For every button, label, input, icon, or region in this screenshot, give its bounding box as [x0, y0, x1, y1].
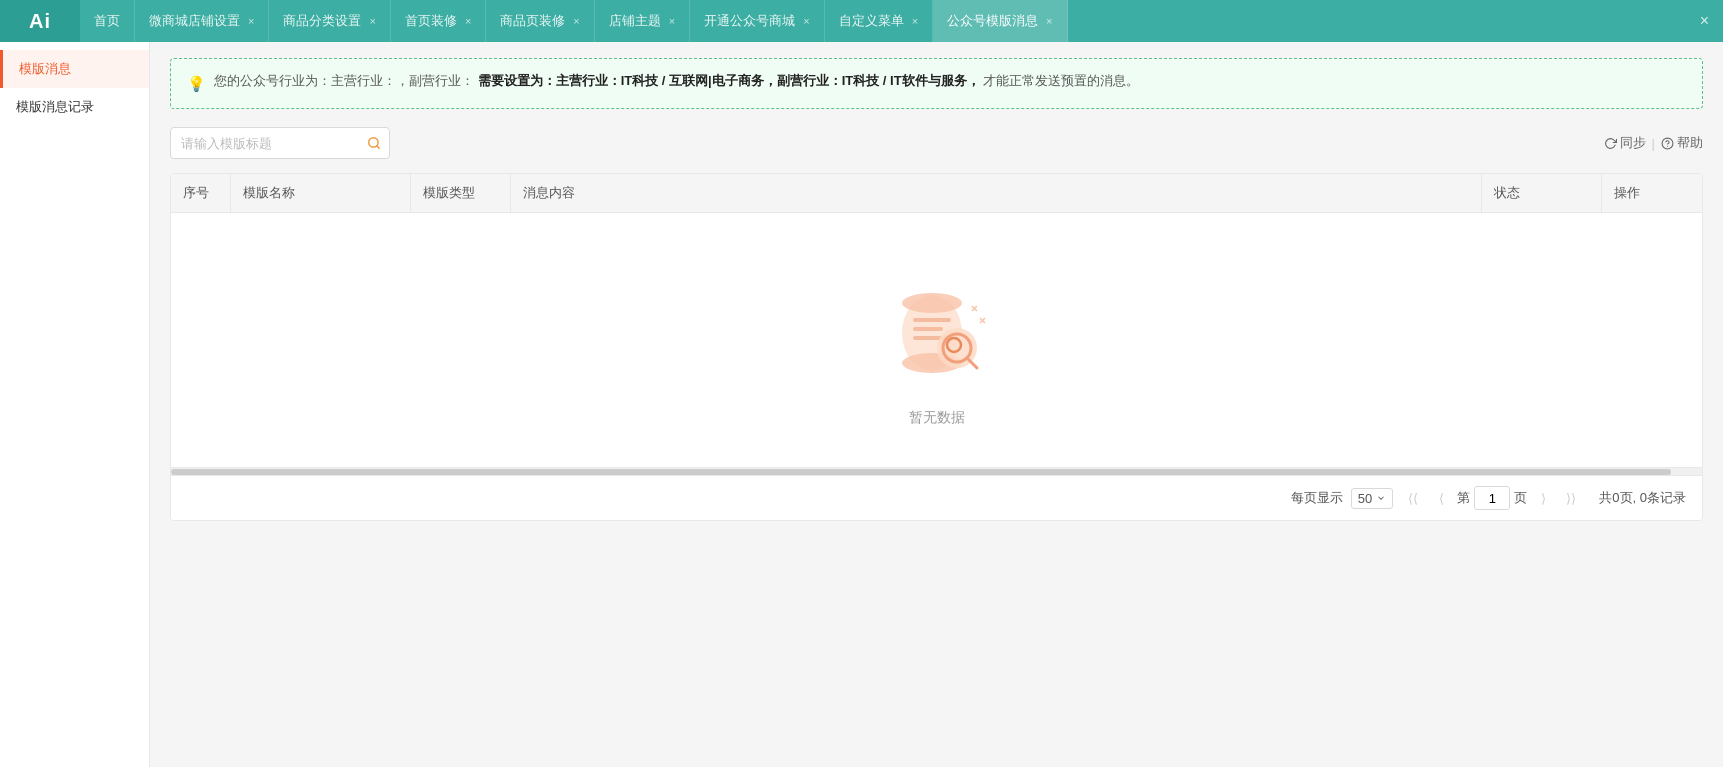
next-page-button[interactable]: ⟩ [1531, 486, 1555, 510]
notice-banner: 💡 您的公众号行业为：主营行业：，副营行业： 需要设置为：主营行业：IT科技 /… [170, 58, 1703, 109]
scroll-thumb[interactable] [171, 469, 1671, 475]
sync-help-area: 同步 | 帮助 [1604, 134, 1703, 152]
tab-close-product-page[interactable]: × [573, 15, 579, 27]
empty-text: 暂无数据 [909, 409, 965, 427]
content-area: 💡 您的公众号行业为：主营行业：，副营行业： 需要设置为：主营行业：IT科技 /… [150, 42, 1723, 767]
notice-text: 您的公众号行业为：主营行业：，副营行业： 需要设置为：主营行业：IT科技 / 互… [214, 71, 1139, 92]
tab-product-page[interactable]: 商品页装修× [486, 0, 594, 42]
table-header: 序号模版名称模版类型消息内容状态操作 [171, 174, 1702, 213]
page-input[interactable] [1474, 486, 1510, 510]
tab-close-shop-theme[interactable]: × [669, 15, 675, 27]
tab-product-category[interactable]: 商品分类设置× [269, 0, 390, 42]
tab-open-wechat[interactable]: 开通公众号商城× [690, 0, 824, 42]
tab-shop-theme[interactable]: 店铺主题× [595, 0, 690, 42]
svg-rect-8 [913, 327, 943, 331]
th-type: 模版类型 [411, 174, 511, 212]
th-name: 模版名称 [231, 174, 411, 212]
notice-icon: 💡 [187, 72, 206, 96]
top-nav: Ai 首页微商城店铺设置×商品分类设置×首页装修×商品页装修×店铺主题×开通公众… [0, 0, 1723, 42]
tab-close-product-category[interactable]: × [369, 15, 375, 27]
tab-close-wsc-shop[interactable]: × [248, 15, 254, 27]
search-input-wrap [170, 127, 390, 159]
empty-state: 暂无数据 [171, 213, 1702, 467]
svg-point-5 [902, 293, 962, 313]
per-page-label: 每页显示 [1291, 489, 1343, 507]
page-nav: ⟨⟨ ⟨ 第 页 ⟩ ⟩⟩ [1401, 486, 1583, 510]
main-layout: 模版消息模版消息记录 💡 您的公众号行业为：主营行业：，副营行业： 需要设置为：… [0, 42, 1723, 767]
per-page-select[interactable]: 50 [1351, 488, 1393, 509]
horizontal-scrollbar[interactable] [171, 467, 1702, 475]
tab-home[interactable]: 首页 [80, 0, 135, 42]
page-label: 第 [1457, 489, 1470, 507]
tab-wsc-shop[interactable]: 微商城店铺设置× [135, 0, 269, 42]
tab-close-open-wechat[interactable]: × [803, 15, 809, 27]
tab-template-msg[interactable]: 公众号模版消息× [933, 0, 1067, 42]
tab-close-home-decor[interactable]: × [465, 15, 471, 27]
sync-button[interactable]: 同步 [1604, 134, 1646, 152]
first-page-button[interactable]: ⟨⟨ [1401, 486, 1425, 510]
th-status: 状态 [1482, 174, 1602, 212]
page-suffix: 页 [1514, 489, 1527, 507]
tab-close-custom-menu[interactable]: × [912, 15, 918, 27]
tab-close-template-msg[interactable]: × [1046, 15, 1052, 27]
search-bar: 同步 | 帮助 [170, 127, 1703, 159]
svg-line-1 [377, 146, 380, 149]
last-page-button[interactable]: ⟩⟩ [1559, 486, 1583, 510]
sidebar-item-template-msg-record[interactable]: 模版消息记录 [0, 88, 149, 126]
global-close-button[interactable]: × [1686, 0, 1723, 42]
sidebar-item-template-msg[interactable]: 模版消息 [0, 50, 149, 88]
svg-rect-7 [913, 318, 951, 322]
th-index: 序号 [171, 174, 231, 212]
th-content: 消息内容 [511, 174, 1482, 212]
help-button[interactable]: 帮助 [1661, 134, 1703, 152]
pagination: 每页显示 50 ⟨⟨ ⟨ 第 页 ⟩ ⟩⟩ 共0页, 0条记录 [171, 475, 1702, 520]
prev-page-button[interactable]: ⟨ [1429, 486, 1453, 510]
tab-home-decor[interactable]: 首页装修× [391, 0, 486, 42]
sidebar: 模版消息模版消息记录 [0, 42, 150, 767]
divider: | [1652, 136, 1655, 151]
data-table: 序号模版名称模版类型消息内容状态操作 [170, 173, 1703, 521]
th-action: 操作 [1602, 174, 1702, 212]
nav-tabs: 首页微商城店铺设置×商品分类设置×首页装修×商品页装修×店铺主题×开通公众号商城… [80, 0, 1686, 42]
search-button[interactable] [358, 127, 390, 159]
search-input[interactable] [170, 127, 390, 159]
brand-logo: Ai [0, 0, 80, 42]
tab-custom-menu[interactable]: 自定义菜单× [825, 0, 933, 42]
empty-icon [877, 273, 997, 393]
total-info: 共0页, 0条记录 [1599, 489, 1686, 507]
